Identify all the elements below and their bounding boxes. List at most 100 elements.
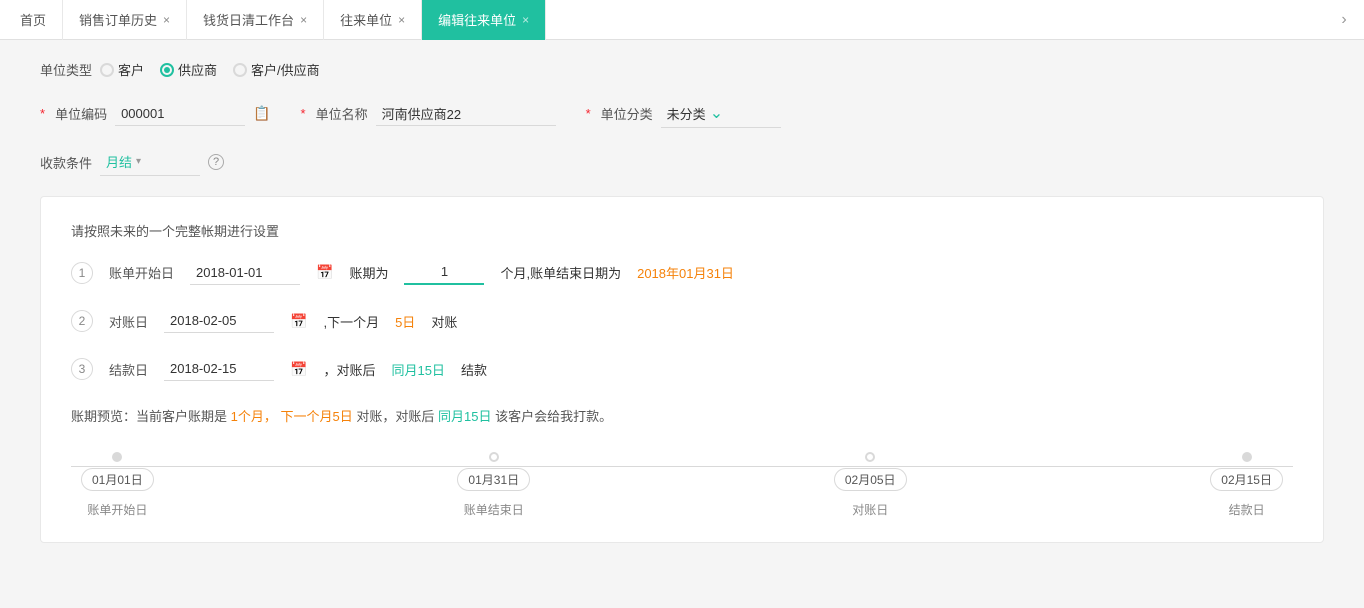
- step3-suffix-highlight: 同月15日: [391, 360, 444, 379]
- preview-same15: 同月15日: [438, 409, 491, 424]
- tab-cash-work[interactable]: 钱货日清工作台 ×: [187, 0, 324, 40]
- timeline-badge-3: 02月15日: [1210, 468, 1283, 491]
- timeline-badge-2: 02月05日: [834, 468, 907, 491]
- period-label: 账期为: [349, 263, 388, 282]
- tab-home[interactable]: 首页: [8, 0, 63, 40]
- step-label-1: 账单开始日: [109, 263, 174, 282]
- payment-terms-help[interactable]: ?: [208, 154, 224, 170]
- timeline: 01月01日 账单开始日 01月31日 账单结束日 02月05日 对账日 02月…: [71, 452, 1293, 518]
- step-date-3[interactable]: [164, 357, 274, 381]
- timeline-badge-1: 01月31日: [457, 468, 530, 491]
- timeline-dot-reconcile: [865, 452, 875, 462]
- radio-customer-supplier-label: 客户/供应商: [251, 60, 320, 79]
- unit-name-field: * 单位名称: [301, 102, 556, 126]
- unit-category-field: * 单位分类 未分类 ⌄: [586, 99, 781, 128]
- preview-text: 账期预览：当前客户账期是 1个月， 下一个月5日 对账，对账后 同月15日 该客…: [71, 405, 1293, 428]
- timeline-item-start: 01月01日 账单开始日: [81, 452, 154, 518]
- unit-name-required: *: [301, 106, 306, 121]
- payment-terms-label: 收款条件: [40, 153, 92, 172]
- radio-supplier-label: 供应商: [178, 60, 217, 79]
- timeline-items: 01月01日 账单开始日 01月31日 账单结束日 02月05日 对账日 02月…: [81, 452, 1283, 518]
- step2-suffix-pre: ,下一个月: [323, 312, 379, 331]
- preview-label: 账期预览：当前客户账期是: [71, 409, 227, 424]
- unit-type-radio-group: 客户 供应商 客户/供应商: [100, 60, 320, 79]
- close-edit-partner-tab[interactable]: ×: [522, 13, 529, 27]
- unit-category-value: 未分类: [667, 104, 706, 123]
- step-date-2[interactable]: [164, 309, 274, 333]
- unit-category-required: *: [586, 106, 591, 121]
- unit-name-label: 单位名称: [316, 104, 368, 123]
- period-end-date: 2018年01月31日: [637, 263, 734, 282]
- preview-next5: 下一个月5日: [281, 409, 353, 424]
- unit-code-icon[interactable]: 📋: [253, 105, 270, 122]
- unit-category-select[interactable]: 未分类 ⌄: [661, 99, 781, 128]
- timeline-badge-0: 01月01日: [81, 468, 154, 491]
- unit-code-required: *: [40, 106, 45, 121]
- step2-suffix-highlight: 5日: [395, 312, 415, 331]
- timeline-item-payment: 02月15日 结款日: [1210, 452, 1283, 518]
- timeline-item-end: 01月31日 账单结束日: [457, 452, 530, 518]
- radio-supplier[interactable]: 供应商: [160, 60, 217, 79]
- payment-terms-field: 收款条件 月结 ▾ ?: [40, 148, 224, 176]
- payment-terms-value: 月结: [106, 152, 132, 171]
- step-cal-3[interactable]: 📅: [290, 361, 307, 378]
- page-content: 单位类型 客户 供应商 客户/供应商 * 单位编码: [0, 40, 1364, 608]
- step-row-3: 3 结款日 📅 ，对账后同月15日 结款: [71, 357, 1293, 381]
- step-num-3: 3: [71, 358, 93, 380]
- step-num-1: 1: [71, 262, 93, 284]
- timeline-dot-start: [112, 452, 122, 462]
- unit-code-input[interactable]: [115, 102, 245, 126]
- step-row-2: 2 对账日 📅 ,下一个月 5日 对账: [71, 309, 1293, 333]
- step-row-1: 1 账单开始日 📅 账期为 个月,账单结束日期为 2018年01月31日: [71, 260, 1293, 285]
- preview-mid: 对账，对账后: [356, 409, 434, 424]
- close-cash-work-tab[interactable]: ×: [300, 13, 307, 27]
- step2-suffix-post: 对账: [431, 312, 457, 331]
- radio-supplier-circle: [160, 63, 174, 77]
- radio-customer-supplier-circle: [233, 63, 247, 77]
- timeline-sublabel-0: 账单开始日: [87, 501, 147, 518]
- payment-terms-select[interactable]: 月结 ▾: [100, 148, 200, 176]
- card-panel: 请按照未来的一个完整帐期进行设置 1 账单开始日 📅 账期为 个月,账单结束日期…: [40, 196, 1324, 543]
- unit-type-row: 单位类型 客户 供应商 客户/供应商: [40, 60, 1324, 79]
- tab-edit-partner[interactable]: 编辑往来单位 ×: [422, 0, 546, 40]
- tab-sales-history[interactable]: 销售订单历史 ×: [63, 0, 187, 40]
- radio-customer-supplier[interactable]: 客户/供应商: [233, 60, 320, 79]
- unit-info-row: * 单位编码 📋 * 单位名称 * 单位分类 未分类 ⌄: [40, 99, 1324, 128]
- unit-category-chevron: ⌄: [710, 103, 723, 123]
- timeline-sublabel-1: 账单结束日: [464, 501, 524, 518]
- unit-type-field: 单位类型 客户 供应商 客户/供应商: [40, 60, 320, 79]
- step-label-3: 结款日: [109, 360, 148, 379]
- tabs-expand-button[interactable]: ›: [1332, 0, 1356, 40]
- payment-terms-chevron: ▾: [136, 156, 141, 167]
- close-sales-history-tab[interactable]: ×: [163, 13, 170, 27]
- radio-customer-label: 客户: [118, 60, 144, 79]
- unit-category-label: 单位分类: [601, 104, 653, 123]
- payment-terms-row: 收款条件 月结 ▾ ?: [40, 148, 1324, 176]
- unit-code-field: * 单位编码 📋: [40, 102, 271, 126]
- timeline-item-reconcile: 02月05日 对账日: [834, 452, 907, 518]
- close-partners-tab[interactable]: ×: [398, 13, 405, 27]
- preview-end: 该客户会给我打款。: [495, 409, 612, 424]
- radio-customer[interactable]: 客户: [100, 60, 144, 79]
- step-num-2: 2: [71, 310, 93, 332]
- step-cal-1[interactable]: 📅: [316, 264, 333, 281]
- step3-suffix-post: 结款: [461, 360, 487, 379]
- timeline-sublabel-2: 对账日: [852, 501, 888, 518]
- unit-name-input[interactable]: [376, 102, 556, 126]
- timeline-dot-end: [489, 452, 499, 462]
- unit-code-label: 单位编码: [55, 104, 107, 123]
- timeline-dot-payment: [1242, 452, 1252, 462]
- unit-type-label: 单位类型: [40, 60, 92, 79]
- radio-customer-circle: [100, 63, 114, 77]
- card-instruction: 请按照未来的一个完整帐期进行设置: [71, 221, 1293, 240]
- step3-suffix-pre: ，对账后: [323, 360, 375, 379]
- tab-partners[interactable]: 往来单位 ×: [324, 0, 422, 40]
- timeline-sublabel-3: 结款日: [1229, 501, 1265, 518]
- step-date-1[interactable]: [190, 261, 300, 285]
- tabs-bar: 首页 销售订单历史 × 钱货日清工作台 × 往来单位 × 编辑往来单位 × ›: [0, 0, 1364, 40]
- step-label-2: 对账日: [109, 312, 148, 331]
- period-input[interactable]: [404, 260, 484, 285]
- preview-1month: 1个月，: [231, 409, 277, 424]
- step-cal-2[interactable]: 📅: [290, 313, 307, 330]
- period-unit: 个月,账单结束日期为: [500, 263, 621, 282]
